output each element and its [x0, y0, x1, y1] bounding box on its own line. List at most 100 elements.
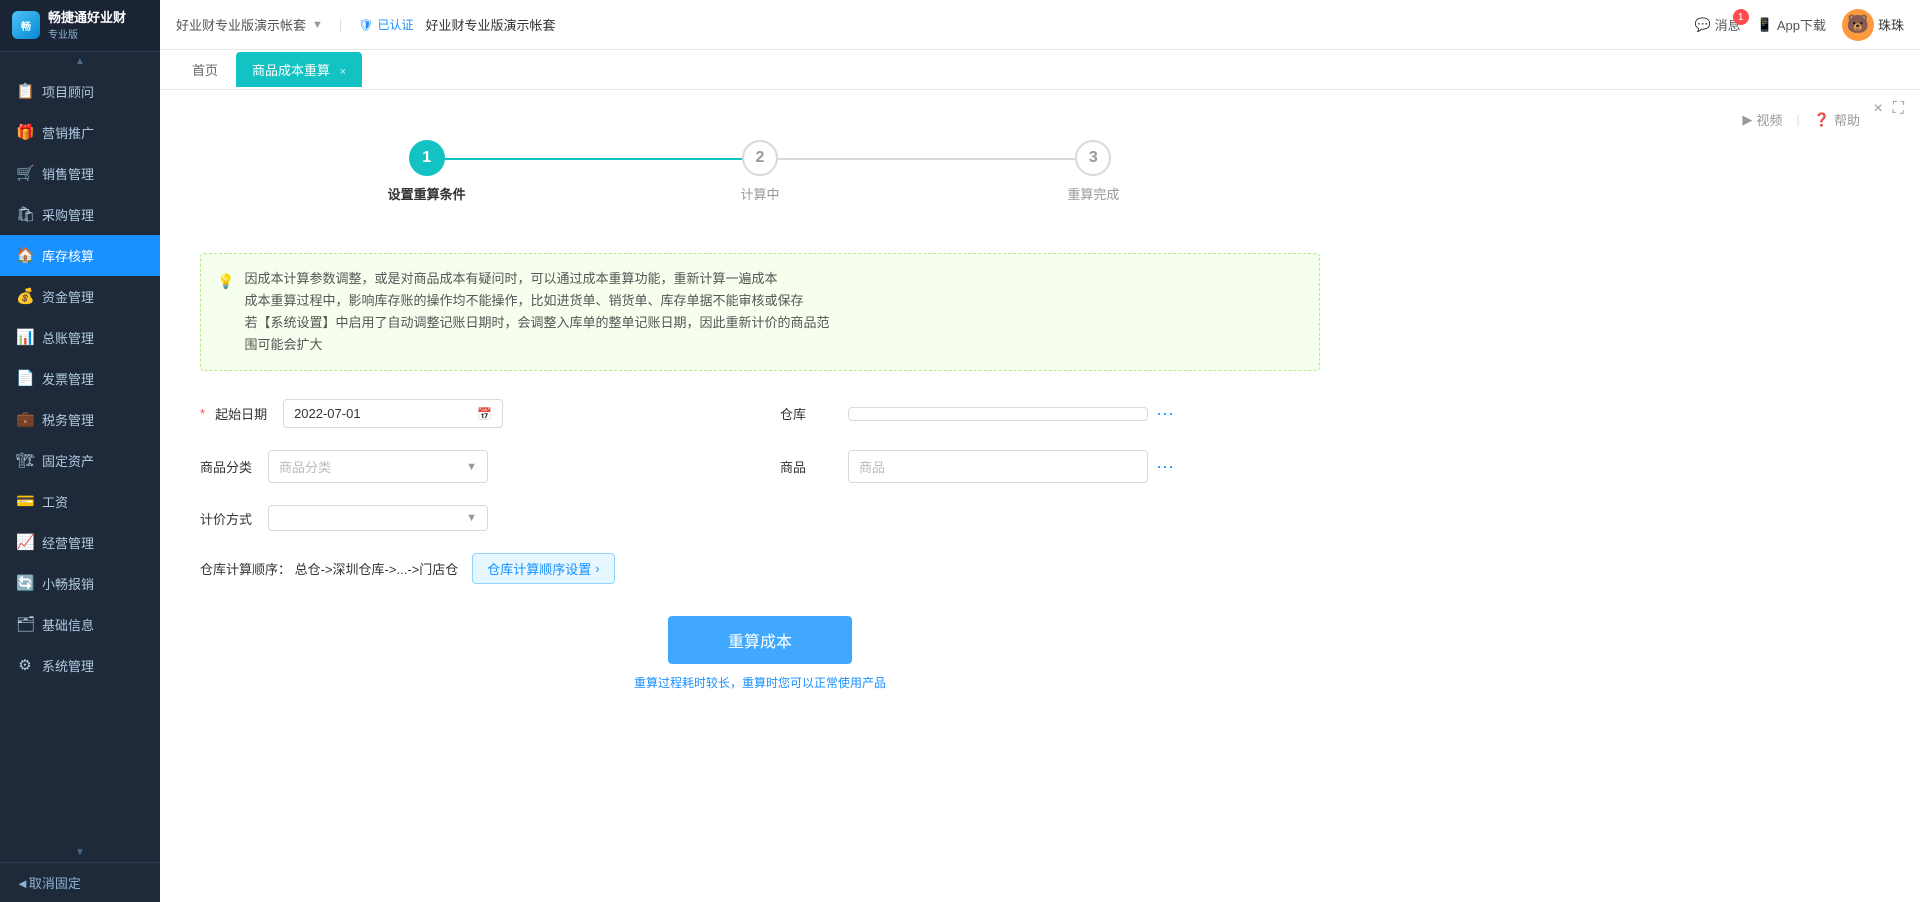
- avatar-icon: 🐻: [1847, 14, 1869, 35]
- purchase-icon: 🛍: [16, 205, 34, 223]
- sidebar-item-expense[interactable]: 🔄 小畅报销: [0, 563, 160, 604]
- help-separator: |: [1796, 112, 1799, 127]
- sidebar-item-marketing[interactable]: 🎁 营销推广: [0, 112, 160, 153]
- system-icon: ⚙: [16, 656, 34, 674]
- account-selector[interactable]: 好业财专业版演示帐套 ▼: [176, 15, 323, 34]
- warehouse-ellipsis-button[interactable]: ···: [1156, 403, 1174, 424]
- sidebar-item-project[interactable]: 📋 项目顾问: [0, 71, 160, 112]
- start-date-input[interactable]: 2022-07-01 📅: [283, 399, 503, 428]
- tab-close-button[interactable]: ×: [340, 66, 346, 78]
- sidebar-item-salary[interactable]: 💳 工资: [0, 481, 160, 522]
- verified-badge: 🛡 已认证: [358, 16, 413, 33]
- info-line-1: 因成本计算参数调整，或是对商品成本有疑问时，可以通过成本重算功能，重新计算一遍成…: [244, 268, 829, 290]
- sidebar-item-label: 基础信息: [42, 615, 94, 634]
- sidebar-item-label: 总账管理: [42, 328, 94, 347]
- sidebar-item-finance[interactable]: 💰 资金管理: [0, 276, 160, 317]
- sidebar-item-purchase[interactable]: 🛍 采购管理: [0, 194, 160, 235]
- sidebar-item-label: 库存核算: [42, 246, 94, 265]
- video-label: 视频: [1756, 110, 1782, 129]
- pricing-select[interactable]: ▼: [268, 505, 488, 531]
- recalc-hint: 重算过程耗时较长，重算时您可以正常使用产品: [634, 674, 886, 691]
- sidebar-item-inventory[interactable]: 🏠 库存核算: [0, 235, 160, 276]
- help-links: ▶ 视频 | ❓ 帮助: [1742, 110, 1860, 129]
- notification-badge: 1: [1733, 9, 1749, 25]
- content-area: × ⛶ ▶ 视频 | ❓ 帮助 1 设置重算条件: [160, 90, 1920, 902]
- expand-window-button[interactable]: ⛶: [1893, 100, 1904, 118]
- recalc-section: 重算成本 重算过程耗时较长，重算时您可以正常使用产品: [200, 616, 1320, 691]
- start-date-label: 起始日期: [215, 404, 275, 423]
- close-window-button[interactable]: ×: [1873, 100, 1882, 118]
- category-select[interactable]: 商品分类 ▼: [268, 450, 488, 483]
- warehouse-field: 仓库 ···: [780, 403, 1320, 424]
- sidebar-item-basic[interactable]: 🗂 基础信息: [0, 604, 160, 645]
- pricing-dropdown-icon: ▼: [466, 512, 477, 524]
- product-ellipsis-button[interactable]: ···: [1156, 456, 1174, 477]
- warehouse-input[interactable]: [848, 407, 1148, 421]
- tab-home[interactable]: 首页: [176, 52, 234, 87]
- warehouse-order-prefix: 仓库计算顺序：: [200, 562, 291, 577]
- expense-icon: 🔄: [16, 574, 34, 592]
- message-button[interactable]: 💬 消息 1: [1694, 15, 1740, 34]
- sidebar-item-system[interactable]: ⚙ 系统管理: [0, 645, 160, 686]
- category-dropdown-icon: ▼: [466, 461, 477, 473]
- help-label: 帮助: [1834, 110, 1860, 129]
- inventory-icon: 🏠: [16, 246, 34, 264]
- info-icon: 💡: [217, 270, 234, 356]
- finance-icon: 💰: [16, 287, 34, 305]
- product-placeholder: 商品: [859, 457, 885, 476]
- product-label: 商品: [780, 457, 840, 476]
- marketing-icon: 🎁: [16, 123, 34, 141]
- sidebar-item-sales[interactable]: 🛒 销售管理: [0, 153, 160, 194]
- basic-icon: 🗂: [16, 615, 34, 633]
- shield-icon: 🛡: [358, 18, 373, 32]
- tab-cost-recalc[interactable]: 商品成本重算 ×: [236, 52, 362, 87]
- info-line-3: 若【系统设置】中启用了自动调整记账日期时，会调整入库单的整单记账日期，因此重新计…: [244, 312, 829, 334]
- topbar-divider: |: [339, 17, 342, 32]
- steps-container: 1 设置重算条件 2 计算中 3 重算完成: [200, 120, 1320, 223]
- tab-active-label: 商品成本重算: [252, 63, 330, 78]
- form-row-2: 商品分类 商品分类 ▼ 商品 商品 ···: [200, 450, 1320, 483]
- sales-icon: 🛒: [16, 164, 34, 182]
- operation-icon: 📈: [16, 533, 34, 551]
- sidebar-item-tax[interactable]: 💼 税务管理: [0, 399, 160, 440]
- sidebar: 畅 畅捷通好业财 专业版 ▲ 📋 项目顾问 🎁 营销推广 🛒 销售管理 🛍 采购…: [0, 0, 160, 902]
- help-link[interactable]: ❓ 帮助: [1814, 110, 1860, 129]
- sidebar-item-label: 销售管理: [42, 164, 94, 183]
- warehouse-label: 仓库: [780, 404, 840, 423]
- invoice-icon: 📄: [16, 369, 34, 387]
- sidebar-item-label: 资金管理: [42, 287, 94, 306]
- tab-bar: 首页 商品成本重算 ×: [160, 50, 1920, 90]
- sidebar-item-label: 固定资产: [42, 451, 94, 470]
- sidebar-item-label: 经营管理: [42, 533, 94, 552]
- content-inner: ▶ 视频 | ❓ 帮助 1 设置重算条件 2 计算中: [160, 90, 1360, 721]
- pricing-field: 计价方式 ▼: [200, 505, 740, 531]
- mobile-icon: 📱: [1757, 17, 1773, 33]
- step-3-circle: 3: [1075, 140, 1111, 176]
- sidebar-scroll-down[interactable]: ▼: [0, 843, 160, 862]
- step-1-circle: 1: [409, 140, 445, 176]
- video-help-link[interactable]: ▶ 视频: [1742, 110, 1782, 129]
- user-menu[interactable]: 🐻 珠珠: [1842, 9, 1904, 41]
- sidebar-item-label: 营销推广: [42, 123, 94, 142]
- sidebar-unpin[interactable]: ◄取消固定: [0, 862, 160, 902]
- category-label: 商品分类: [200, 457, 260, 476]
- sidebar-item-label: 税务管理: [42, 410, 94, 429]
- sidebar-item-operation[interactable]: 📈 经营管理: [0, 522, 160, 563]
- product-input[interactable]: 商品: [848, 450, 1148, 483]
- sidebar-item-label: 采购管理: [42, 205, 94, 224]
- recalc-button[interactable]: 重算成本: [668, 616, 852, 664]
- sidebar-item-label: 系统管理: [42, 656, 94, 675]
- avatar: 🐻: [1842, 9, 1874, 41]
- window-controls: × ⛶: [1873, 100, 1904, 118]
- sidebar-item-invoice[interactable]: 📄 发票管理: [0, 358, 160, 399]
- start-date-value: 2022-07-01: [294, 406, 361, 421]
- sidebar-item-assets[interactable]: 🏗 固定资产: [0, 440, 160, 481]
- app-download-label: App下载: [1777, 15, 1826, 34]
- form-row-3: 计价方式 ▼: [200, 505, 1320, 531]
- sidebar-item-accounting[interactable]: 📊 总账管理: [0, 317, 160, 358]
- sidebar-scroll-up[interactable]: ▲: [0, 52, 160, 71]
- step-3-label: 重算完成: [1067, 184, 1119, 203]
- app-download-button[interactable]: 📱 App下载: [1757, 15, 1826, 34]
- warehouse-order-settings-button[interactable]: 仓库计算顺序设置 ›: [472, 553, 614, 584]
- form-row-1: * 起始日期 2022-07-01 📅 仓库 ···: [200, 399, 1320, 428]
